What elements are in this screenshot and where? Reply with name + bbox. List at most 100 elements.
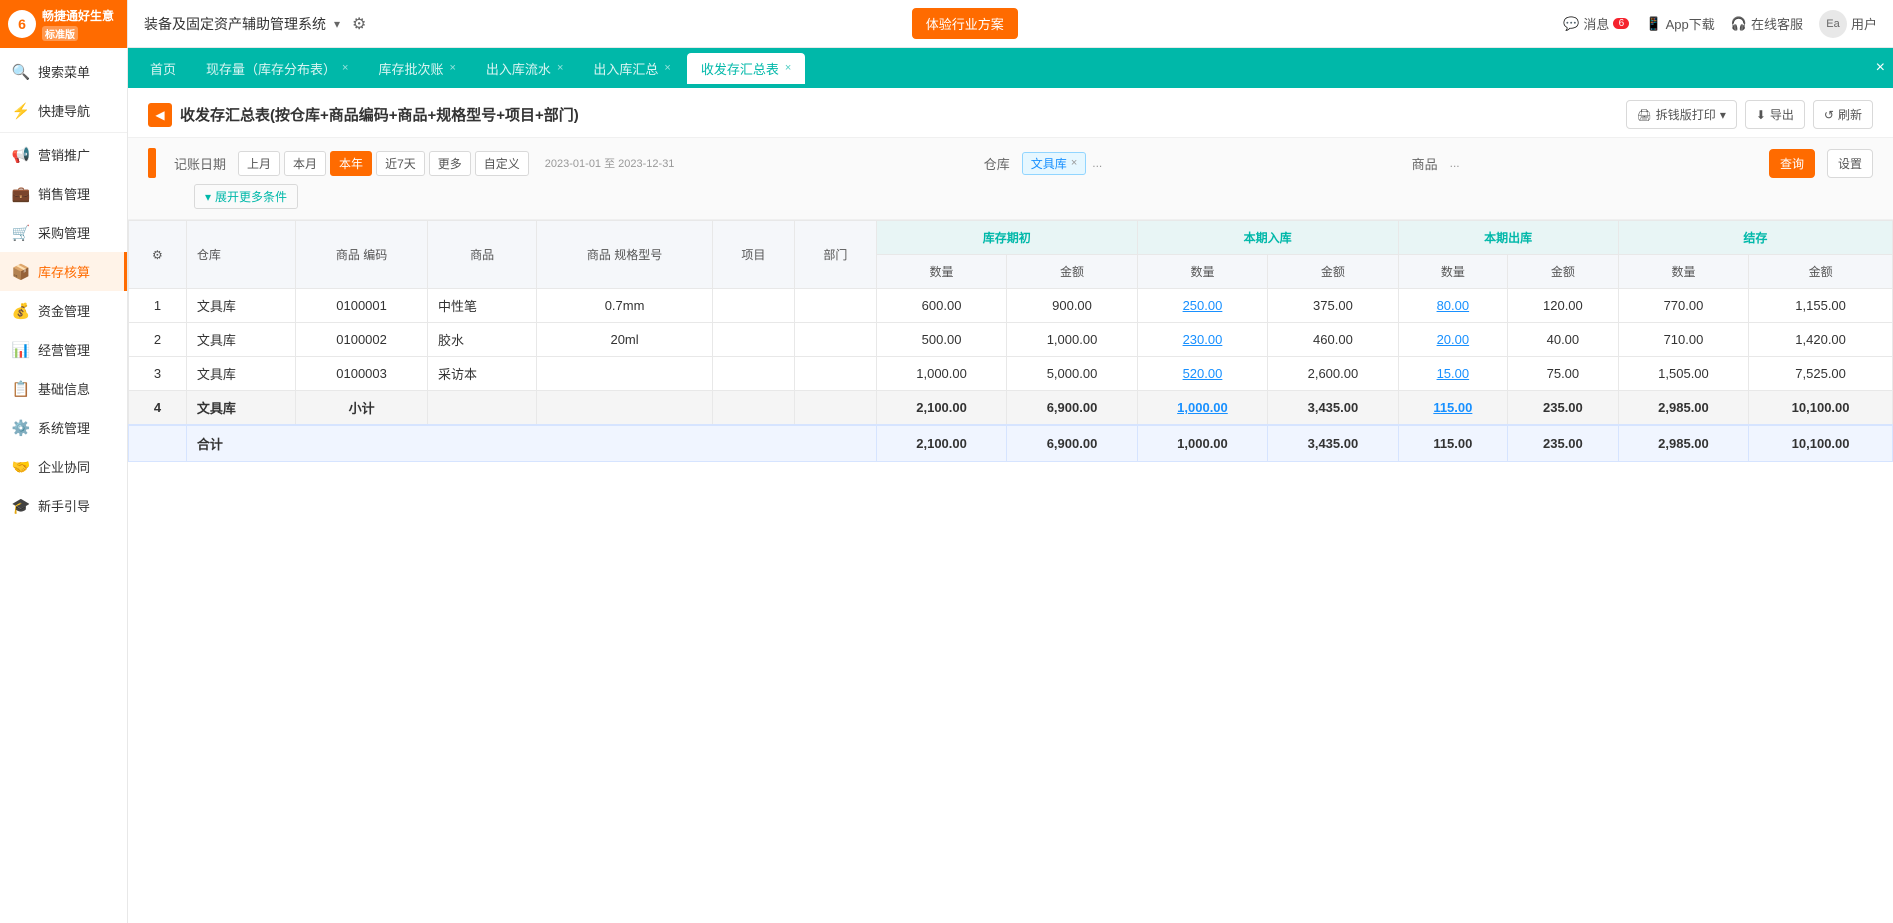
th-settings[interactable]: ⚙ (129, 221, 187, 289)
warehouse-filter-label: 仓库 (984, 154, 1010, 173)
page-header: ◀ 收发存汇总表(按仓库+商品编码+商品+规格型号+项目+部门) 🖨 拆钱版打印… (128, 88, 1893, 138)
td-goods-name: 胶水 (427, 323, 536, 357)
messages-item[interactable]: 💬 消息 6 (1563, 14, 1629, 33)
tab-home[interactable]: 首页 (136, 53, 190, 84)
date-btn-more[interactable]: 更多 (429, 151, 471, 176)
date-range-display: 2023-01-01 至 2023-12-31 (545, 155, 675, 171)
tab-receive-summary[interactable]: 收发存汇总表 × (687, 53, 805, 84)
th-opening-qty: 数量 (876, 255, 1006, 289)
td-footer-label: 合计 (186, 425, 876, 462)
filter-toggle-button[interactable] (148, 148, 156, 178)
system-icon: ⚙️ (12, 419, 30, 437)
tab-receive-summary-close[interactable]: × (785, 62, 791, 74)
td-footer-closing-amt: 10,100.00 (1749, 425, 1893, 462)
settings-button[interactable]: 设置 (1827, 149, 1873, 178)
warehouse-tag-close[interactable]: × (1071, 157, 1077, 169)
th-goods-name: 商品 (427, 221, 536, 289)
td-subtotal-empty1 (427, 391, 536, 426)
date-btn-7days[interactable]: 近7天 (376, 151, 425, 176)
th-goods-code: 商品 编码 (296, 221, 428, 289)
topbar: 装备及固定资产辅助管理系统 ▾ ⚙ 体验行业方案 💬 消息 6 📱 App下载 … (128, 0, 1893, 48)
sidebar: 6 畅捷通好生意 标准版 🔍 搜索菜单 ⚡ 快捷导航 📢 营销推广 💼 销售管理… (0, 0, 128, 923)
search-icon: 🔍 (12, 63, 30, 81)
tab-flow[interactable]: 出入库流水 × (472, 53, 577, 84)
td-in-qty[interactable]: 230.00 (1137, 323, 1267, 357)
sidebar-item-inventory[interactable]: 📦 库存核算 (0, 252, 127, 291)
collapse-sidebar-button[interactable]: ◀ (148, 103, 172, 127)
column-settings-icon[interactable]: ⚙ (152, 248, 163, 262)
topbar-right: 💬 消息 6 📱 App下载 🎧 在线客服 Ea 用户 (1563, 10, 1877, 38)
sidebar-item-purchase[interactable]: 🛒 采购管理 (0, 213, 127, 252)
td-footer-opening-qty: 2,100.00 (876, 425, 1006, 462)
topbar-settings-icon[interactable]: ⚙ (352, 14, 366, 34)
td-project (712, 357, 794, 391)
td-goods-name: 中性笔 (427, 289, 536, 323)
date-btn-this-month[interactable]: 本月 (284, 151, 326, 176)
td-subtotal-out-amt: 235.00 (1508, 391, 1619, 426)
td-in-qty[interactable]: 250.00 (1137, 289, 1267, 323)
sidebar-item-basic[interactable]: 📋 基础信息 (0, 369, 127, 408)
tab-bar-close-icon[interactable]: × (1876, 59, 1885, 77)
td-out-qty[interactable]: 80.00 (1398, 289, 1507, 323)
sidebar-item-quick[interactable]: ⚡ 快捷导航 (0, 91, 127, 130)
sidebar-item-operations[interactable]: 📊 经营管理 (0, 330, 127, 369)
page-header-actions: 🖨 拆钱版打印 ▾ ⬇ 导出 ↺ 刷新 (1626, 100, 1873, 129)
td-warehouse: 文具库 (186, 323, 295, 357)
sidebar-item-finance[interactable]: 💰 资金管理 (0, 291, 127, 330)
sidebar-item-enterprise[interactable]: 🤝 企业协同 (0, 447, 127, 486)
sidebar-item-newbie[interactable]: 🎓 新手引导 (0, 486, 127, 525)
td-subtotal-opening-amt: 6,900.00 (1007, 391, 1137, 426)
sidebar-header: 6 畅捷通好生意 标准版 (0, 0, 127, 48)
tab-batch[interactable]: 库存批次账 × (364, 53, 469, 84)
sidebar-item-system[interactable]: ⚙️ 系统管理 (0, 408, 127, 447)
goods-more[interactable]: ... (1450, 156, 1460, 170)
sidebar-item-label: 采购管理 (38, 223, 90, 242)
topbar-dropdown-icon[interactable]: ▾ (334, 17, 340, 31)
td-footer-in-qty: 1,000.00 (1137, 425, 1267, 462)
sidebar-item-label: 资金管理 (38, 301, 90, 320)
th-out-qty: 数量 (1398, 255, 1507, 289)
refresh-button[interactable]: ↺ 刷新 (1813, 100, 1873, 129)
sidebar-item-sales[interactable]: 💼 销售管理 (0, 174, 127, 213)
td-subtotal-empty2 (537, 391, 713, 426)
td-subtotal-out-qty[interactable]: 115.00 (1398, 391, 1507, 426)
td-closing-qty: 710.00 (1618, 323, 1748, 357)
expand-conditions-label: 展开更多条件 (215, 188, 287, 205)
message-icon: 💬 (1563, 16, 1579, 32)
td-out-qty[interactable]: 20.00 (1398, 323, 1507, 357)
online-service-item[interactable]: 🎧 在线客服 (1731, 14, 1803, 33)
td-subtotal-closing-qty: 2,985.00 (1618, 391, 1748, 426)
td-footer-opening-amt: 6,900.00 (1007, 425, 1137, 462)
sidebar-item-label: 企业协同 (38, 457, 90, 476)
tab-inventory-dist[interactable]: 现存量（库存分布表） × (192, 53, 362, 84)
query-button[interactable]: 查询 (1769, 149, 1815, 178)
sidebar-item-marketing[interactable]: 📢 营销推广 (0, 135, 127, 174)
tab-summary[interactable]: 出入库汇总 × (579, 53, 684, 84)
sidebar-item-search[interactable]: 🔍 搜索菜单 (0, 52, 127, 91)
td-subtotal-opening-qty: 2,100.00 (876, 391, 1006, 426)
date-btn-last-month[interactable]: 上月 (238, 151, 280, 176)
tab-summary-close[interactable]: × (664, 62, 670, 74)
app-download-item[interactable]: 📱 App下载 (1645, 14, 1714, 33)
export-button[interactable]: ⬇ 导出 (1745, 100, 1805, 129)
th-group-closing: 结存 (1618, 221, 1892, 255)
trial-button[interactable]: 体验行业方案 (912, 8, 1018, 39)
user-item[interactable]: Ea 用户 (1819, 10, 1877, 38)
td-out-qty[interactable]: 15.00 (1398, 357, 1507, 391)
expand-conditions-button[interactable]: ▾ 展开更多条件 (194, 184, 298, 209)
td-subtotal-no: 4 (129, 391, 187, 426)
td-project (712, 289, 794, 323)
tab-batch-close[interactable]: × (449, 62, 455, 74)
td-in-qty[interactable]: 520.00 (1137, 357, 1267, 391)
page-title: 收发存汇总表(按仓库+商品编码+商品+规格型号+项目+部门) (180, 104, 579, 125)
warehouse-more[interactable]: ... (1092, 156, 1102, 170)
td-subtotal-in-qty[interactable]: 1,000.00 (1137, 391, 1267, 426)
th-in-qty: 数量 (1137, 255, 1267, 289)
tab-flow-close[interactable]: × (557, 62, 563, 74)
date-btn-this-year[interactable]: 本年 (330, 151, 372, 176)
sidebar-item-label: 新手引导 (38, 496, 90, 515)
tab-inventory-dist-close[interactable]: × (342, 62, 348, 74)
date-btn-custom[interactable]: 自定义 (475, 151, 529, 176)
print-button[interactable]: 🖨 拆钱版打印 ▾ (1626, 100, 1737, 129)
inventory-icon: 📦 (12, 263, 30, 281)
